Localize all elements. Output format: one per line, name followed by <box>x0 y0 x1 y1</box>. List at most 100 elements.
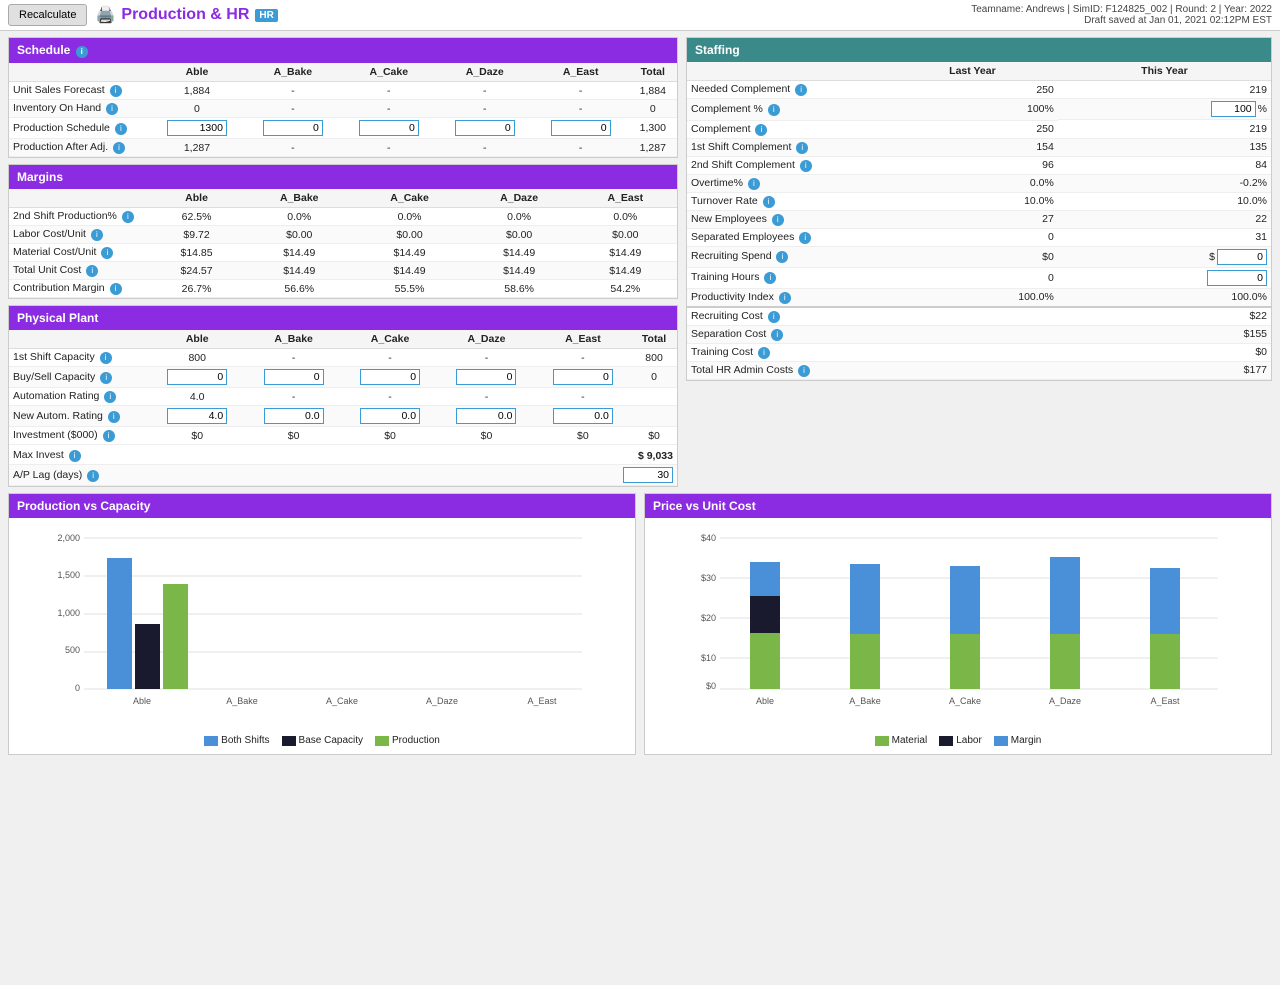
info-icon[interactable]: i <box>86 265 98 277</box>
info-icon[interactable]: i <box>108 411 120 423</box>
prod-schedule-able[interactable] <box>167 120 227 136</box>
margin-swatch <box>994 736 1008 746</box>
recalculate-button[interactable]: Recalculate <box>8 4 87 26</box>
info-icon[interactable]: i <box>798 365 810 377</box>
info-icon[interactable]: i <box>772 214 784 226</box>
col-cake: A_Cake <box>354 189 464 208</box>
prod-vs-capacity-chart: Production vs Capacity 2,000 1,500 1,000… <box>8 493 636 755</box>
table-row: Contribution Margin i 26.7%56.6%55.5%58.… <box>9 280 677 298</box>
info-icon[interactable]: i <box>100 352 112 364</box>
info-icon[interactable]: i <box>69 450 81 462</box>
col-label <box>9 330 149 349</box>
col-bake: A_Bake <box>245 330 341 349</box>
info-icon[interactable]: i <box>110 85 122 97</box>
info-icon[interactable]: i <box>800 160 812 172</box>
table-row: New Employees i 2722 <box>687 210 1271 228</box>
legend-labor: Labor <box>939 735 982 746</box>
schedule-info-icon[interactable]: i <box>76 46 88 58</box>
info-icon[interactable]: i <box>748 178 760 190</box>
buysell-bake[interactable] <box>264 369 324 385</box>
bar-able-material-fill <box>750 633 780 689</box>
autom-daze[interactable] <box>456 408 516 424</box>
svg-text:A_East: A_East <box>527 696 557 706</box>
info-icon[interactable]: i <box>758 347 770 359</box>
col-label <box>9 63 149 82</box>
table-row: Labor Cost/Unit i $9.72$0.00$0.00$0.00$0… <box>9 226 677 244</box>
info-icon[interactable]: i <box>106 103 118 115</box>
buysell-cake[interactable] <box>360 369 420 385</box>
prod-schedule-bake[interactable] <box>263 120 323 136</box>
table-row: Training Hours i 0 <box>687 268 1271 289</box>
price-vs-unit-cost-chart: Price vs Unit Cost $40 $30 $20 $10 $0 <box>644 493 1272 755</box>
col-east: A_East <box>535 330 631 349</box>
bar-east-margin-fill <box>1150 568 1180 634</box>
table-row: Recruiting Spend i $0 $ <box>687 246 1271 268</box>
autom-east[interactable] <box>553 408 613 424</box>
prod-schedule-cake[interactable] <box>359 120 419 136</box>
info-icon[interactable]: i <box>779 292 791 304</box>
table-row: Recruiting Cost i $22 <box>687 307 1271 326</box>
bar-bake-material-fill <box>850 634 880 689</box>
bar-daze-material-fill <box>1050 634 1080 689</box>
svg-text:Able: Able <box>133 696 151 706</box>
table-row: Automation Rating i 4.0---- <box>9 388 677 406</box>
autom-bake[interactable] <box>264 408 324 424</box>
training-hours-input[interactable] <box>1207 270 1267 286</box>
buysell-daze[interactable] <box>456 369 516 385</box>
info-icon[interactable]: i <box>122 211 134 223</box>
info-icon[interactable]: i <box>91 229 103 241</box>
margins-title: Margins <box>17 170 63 184</box>
draft-info: Draft saved at Jan 01, 2021 02:12PM EST <box>971 15 1272 26</box>
table-row: Total HR Admin Costs i $177 <box>687 361 1271 379</box>
info-icon[interactable]: i <box>100 372 112 384</box>
buysell-able[interactable] <box>167 369 227 385</box>
col-daze: A_Daze <box>465 189 574 208</box>
price-chart-svg: $40 $30 $20 $10 $0 <box>653 526 1263 726</box>
bar-east-material-fill <box>1150 634 1180 689</box>
complement-pct-input[interactable] <box>1211 101 1256 117</box>
prod-chart-title: Production vs Capacity <box>9 494 635 518</box>
svg-text:A_Daze: A_Daze <box>426 696 458 706</box>
legend-both-shifts: Both Shifts <box>204 735 269 746</box>
info-icon[interactable]: i <box>771 329 783 341</box>
info-icon[interactable]: i <box>110 283 122 295</box>
info-icon[interactable]: i <box>799 232 811 244</box>
info-icon[interactable]: i <box>104 391 116 403</box>
info-icon[interactable]: i <box>768 311 780 323</box>
ap-lag-input[interactable] <box>623 467 673 483</box>
buysell-east[interactable] <box>553 369 613 385</box>
bar-able-base-capacity <box>135 624 160 689</box>
recruiting-spend-input[interactable] <box>1217 249 1267 265</box>
col-last-year: Last Year <box>887 62 1058 81</box>
legend-production: Production <box>375 735 440 746</box>
svg-text:1,000: 1,000 <box>57 608 80 618</box>
info-icon[interactable]: i <box>763 196 775 208</box>
top-info: Teamname: Andrews | SimID: F124825_002 |… <box>971 4 1272 26</box>
info-icon[interactable]: i <box>87 470 99 482</box>
price-chart-legend: Material Labor Margin <box>653 735 1263 746</box>
info-icon[interactable]: i <box>113 142 125 154</box>
table-row: Inventory On Hand i 0----0 <box>9 100 677 118</box>
autom-able[interactable] <box>167 408 227 424</box>
info-icon[interactable]: i <box>796 142 808 154</box>
autom-cake[interactable] <box>360 408 420 424</box>
prod-schedule-daze[interactable] <box>455 120 515 136</box>
svg-text:A_Bake: A_Bake <box>849 696 881 706</box>
staffing-table: Last Year This Year Needed Complement i … <box>687 62 1271 380</box>
svg-text:$30: $30 <box>701 573 716 583</box>
schedule-title: Schedule <box>17 43 70 57</box>
info-icon[interactable]: i <box>764 272 776 284</box>
schedule-header: Schedule i <box>9 38 677 63</box>
info-icon[interactable]: i <box>795 84 807 96</box>
info-icon[interactable]: i <box>101 247 113 259</box>
info-icon[interactable]: i <box>103 430 115 442</box>
info-icon[interactable]: i <box>755 124 767 136</box>
info-icon[interactable]: i <box>776 251 788 263</box>
info-icon[interactable]: i <box>115 123 127 135</box>
info-icon[interactable]: i <box>768 104 780 116</box>
bottom-charts-row: Production vs Capacity 2,000 1,500 1,000… <box>0 493 1280 763</box>
production-swatch <box>375 736 389 746</box>
staffing-header: Staffing <box>687 38 1271 62</box>
table-row: Total Unit Cost i $24.57$14.49$14.49$14.… <box>9 262 677 280</box>
prod-schedule-east[interactable] <box>551 120 611 136</box>
